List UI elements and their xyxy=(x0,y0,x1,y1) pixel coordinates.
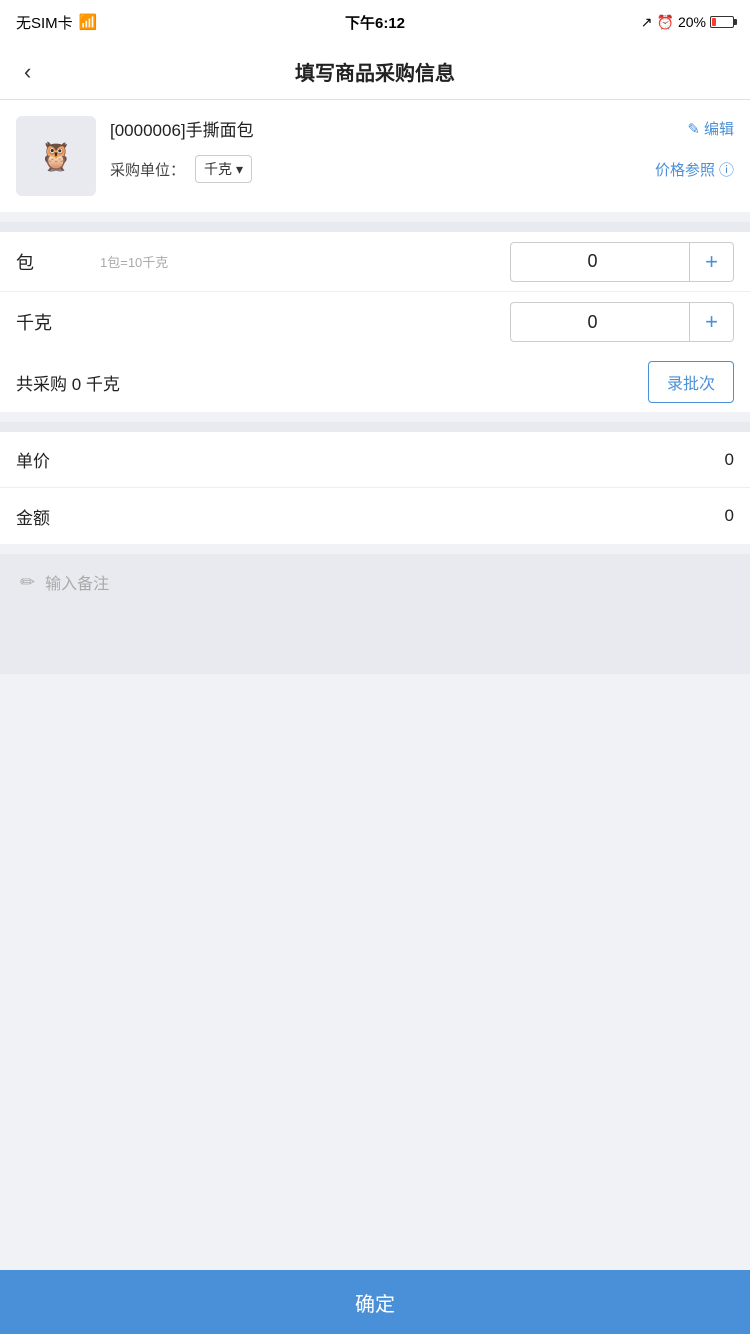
price-ref-label: 价格参照 xyxy=(655,159,715,180)
amount-label: 金额 xyxy=(16,504,50,529)
product-thumbnail-icon: 🦉 xyxy=(39,140,74,173)
kg-label: 千克 xyxy=(16,309,96,335)
bag-plus-button[interactable]: + xyxy=(690,242,734,282)
edit-button[interactable]: ✎ 编辑 xyxy=(687,118,734,139)
total-row: 共采购 0 千克 录批次 xyxy=(0,352,750,412)
unit-label: 采购单位： xyxy=(110,159,185,180)
back-button[interactable]: ‹ xyxy=(16,51,39,93)
content-area: 🦉 [0000006]手撕面包 ✎ 编辑 采购单位： 千克 ▾ 价格参照 ⓘ xyxy=(0,100,750,744)
section-divider-1 xyxy=(0,222,750,232)
bag-label: 包 xyxy=(16,249,96,275)
price-reference-button[interactable]: 价格参照 ⓘ xyxy=(655,159,734,180)
confirm-bar[interactable]: 确定 xyxy=(0,1270,750,1334)
remark-section[interactable]: ✏ 输入备注 xyxy=(0,554,750,674)
remark-placeholder: 输入备注 xyxy=(45,570,109,594)
edit-label: 编辑 xyxy=(704,118,734,139)
chevron-down-icon: ▾ xyxy=(236,161,243,178)
status-time: 下午6:12 xyxy=(345,12,405,33)
unit-price-value: 0 xyxy=(725,450,734,470)
unit-price-label: 单价 xyxy=(16,447,50,472)
kg-quantity-input[interactable] xyxy=(510,302,690,342)
unit-price-row: 单价 0 xyxy=(0,432,750,488)
location-icon: ↗ xyxy=(641,14,653,31)
wifi-icon: 📶 xyxy=(79,13,98,31)
nav-bar: ‹ 填写商品采购信息 xyxy=(0,44,750,100)
quantity-section: 包 1包=10千克 + 千克 + xyxy=(0,232,750,352)
product-name: [0000006]手撕面包 xyxy=(110,116,254,141)
kg-input-right: + xyxy=(510,302,734,342)
product-header: [0000006]手撕面包 ✎ 编辑 xyxy=(110,116,734,141)
page-title: 填写商品采购信息 xyxy=(295,57,455,86)
battery-fill xyxy=(712,18,716,26)
bag-row: 包 1包=10千克 + xyxy=(0,232,750,292)
total-text: 共采购 0 千克 xyxy=(16,370,120,395)
kg-plus-button[interactable]: + xyxy=(690,302,734,342)
unit-select[interactable]: 千克 ▾ xyxy=(195,155,252,183)
amount-value: 0 xyxy=(725,506,734,526)
product-unit-row: 采购单位： 千克 ▾ 价格参照 ⓘ xyxy=(110,155,734,183)
bag-sublabel: 1包=10千克 xyxy=(100,252,168,271)
price-section: 单价 0 金额 0 xyxy=(0,432,750,544)
edit-icon: ✎ xyxy=(687,120,700,138)
pencil-icon: ✏ xyxy=(20,572,35,593)
bag-quantity-input[interactable] xyxy=(510,242,690,282)
carrier-text: 无SIM卡 xyxy=(16,12,73,33)
confirm-button[interactable]: 确定 xyxy=(355,1288,395,1317)
amount-row: 金额 0 xyxy=(0,488,750,544)
status-left: 无SIM卡 📶 xyxy=(16,12,97,33)
batch-button[interactable]: 录批次 xyxy=(648,361,734,403)
alarm-icon: ⏰ xyxy=(657,14,674,31)
help-icon: ⓘ xyxy=(719,159,734,180)
unit-value: 千克 xyxy=(204,159,232,179)
product-card: 🦉 [0000006]手撕面包 ✎ 编辑 采购单位： 千克 ▾ 价格参照 ⓘ xyxy=(0,100,750,212)
battery-icon xyxy=(710,16,734,28)
battery-percent: 20% xyxy=(678,14,706,30)
bag-input-right: + xyxy=(510,242,734,282)
section-divider-2 xyxy=(0,422,750,432)
product-image: 🦉 xyxy=(16,116,96,196)
product-info: [0000006]手撕面包 ✎ 编辑 采购单位： 千克 ▾ 价格参照 ⓘ xyxy=(110,116,734,183)
status-bar: 无SIM卡 📶 下午6:12 ↗ ⏰ 20% xyxy=(0,0,750,44)
kg-row: 千克 + xyxy=(0,292,750,352)
status-right: ↗ ⏰ 20% xyxy=(641,14,734,31)
